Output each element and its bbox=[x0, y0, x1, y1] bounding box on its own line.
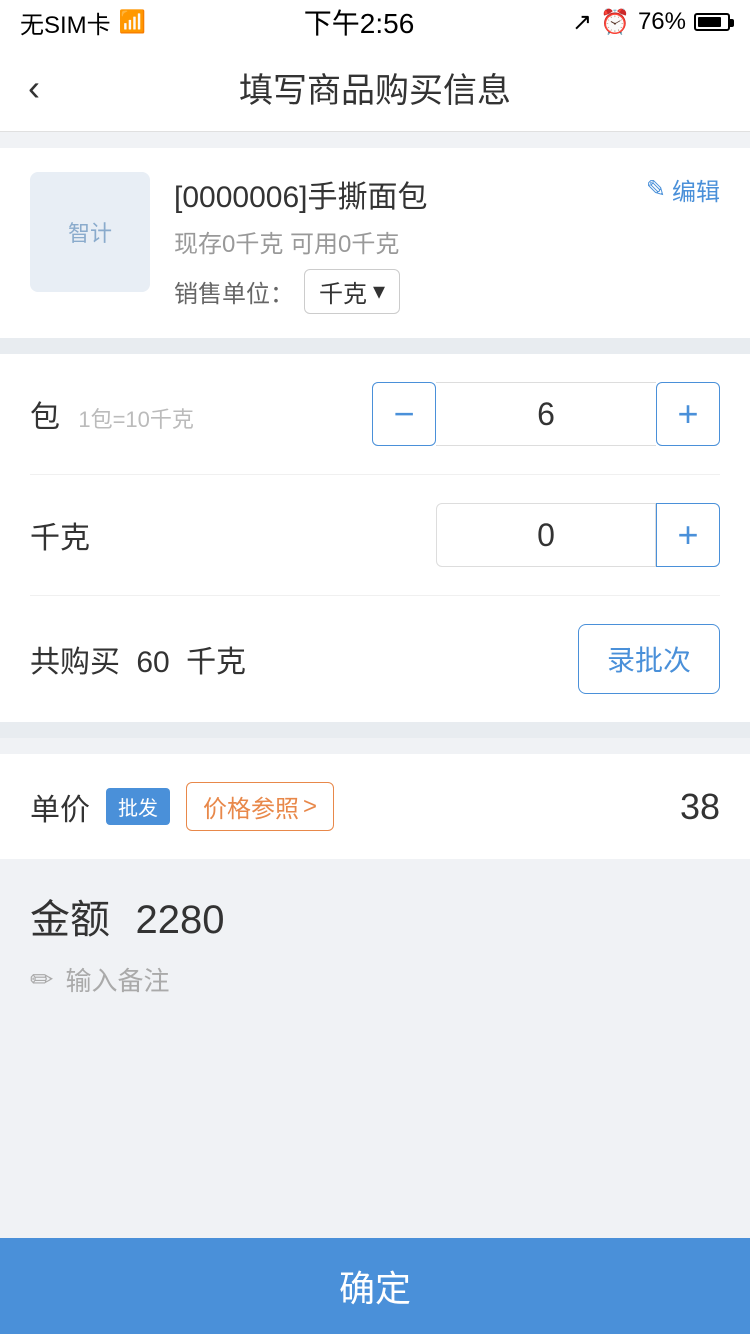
qty-hint-bao: 1包=10千克 bbox=[78, 407, 194, 432]
status-left: 无SIM卡 📶 bbox=[20, 5, 146, 40]
unit-select[interactable]: 千克 ▾ bbox=[304, 269, 400, 314]
amount-section: 金额 2280 ✏ 输入备注 bbox=[0, 859, 750, 1014]
price-value: 38 bbox=[680, 786, 720, 828]
amount-row: 金额 2280 bbox=[30, 887, 720, 945]
quantity-section: 包 1包=10千克 − + 千克 + bbox=[0, 354, 750, 596]
product-stock: 现存0千克 可用0千克 bbox=[174, 224, 720, 259]
price-ref-arrow: > bbox=[303, 793, 317, 821]
product-logo: 智计 bbox=[68, 216, 112, 248]
nav-bar: ‹ 填写商品购买信息 bbox=[0, 44, 750, 132]
price-label: 单价 bbox=[30, 785, 90, 829]
unit-label: 销售单位： bbox=[174, 274, 294, 309]
battery-text: 76% bbox=[638, 8, 686, 36]
battery-icon bbox=[694, 13, 730, 31]
price-tag: 批发 bbox=[106, 788, 170, 825]
remark-placeholder: 输入备注 bbox=[65, 961, 169, 998]
qty-minus-bao[interactable]: − bbox=[372, 382, 436, 446]
amount-label: 金额 bbox=[30, 898, 110, 942]
price-section: 单价 批发 价格参照 > 38 bbox=[0, 754, 750, 859]
edit-icon: ✎ bbox=[646, 175, 666, 204]
price-ref-label: 价格参照 bbox=[203, 789, 299, 824]
summary-label: 共购买 bbox=[30, 646, 120, 679]
section-separator-2 bbox=[0, 722, 750, 738]
summary-unit: 千克 bbox=[186, 646, 246, 679]
qty-label-bao: 包 1包=10千克 bbox=[30, 392, 372, 436]
amount-value: 2280 bbox=[135, 898, 224, 942]
qty-input-kg[interactable] bbox=[436, 503, 656, 567]
confirm-btn-wrap: 确定 bbox=[0, 1238, 750, 1334]
qty-control-kg: + bbox=[436, 503, 720, 567]
status-right: ↗ ⏰ 76% bbox=[572, 8, 730, 37]
product-thumbnail: 智计 bbox=[30, 172, 150, 292]
summary-text: 共购买 60 千克 bbox=[30, 637, 246, 681]
remark-row[interactable]: ✏ 输入备注 bbox=[30, 961, 720, 998]
qty-input-bao[interactable] bbox=[436, 382, 656, 446]
qty-label-kg: 千克 bbox=[30, 513, 436, 557]
qty-plus-bao[interactable]: + bbox=[656, 382, 720, 446]
price-ref-button[interactable]: 价格参照 > bbox=[186, 782, 334, 831]
qty-row-bao: 包 1包=10千克 − + bbox=[30, 354, 720, 475]
unit-dropdown-icon: ▾ bbox=[373, 277, 385, 306]
product-info: [0000006]手撕面包 现存0千克 可用0千克 销售单位： 千克 ▾ bbox=[174, 172, 720, 314]
status-time: 下午2:56 bbox=[304, 2, 415, 42]
location-icon: ↗ bbox=[572, 8, 592, 37]
product-unit-row: 销售单位： 千克 ▾ bbox=[174, 269, 720, 314]
batch-button[interactable]: 录批次 bbox=[578, 624, 720, 694]
confirm-button[interactable]: 确定 bbox=[0, 1238, 750, 1334]
back-button[interactable]: ‹ bbox=[28, 67, 40, 109]
status-bar: 无SIM卡 📶 下午2:56 ↗ ⏰ 76% bbox=[0, 0, 750, 44]
qty-plus-kg[interactable]: + bbox=[656, 503, 720, 567]
summary-section: 共购买 60 千克 录批次 bbox=[0, 596, 750, 722]
edit-button[interactable]: ✎ 编辑 bbox=[646, 172, 720, 207]
edit-label: 编辑 bbox=[672, 172, 720, 207]
remark-icon: ✏ bbox=[30, 963, 53, 996]
section-separator-1 bbox=[0, 338, 750, 354]
unit-value: 千克 bbox=[319, 274, 367, 309]
wifi-icon: 📶 bbox=[119, 9, 146, 35]
page-title: 填写商品购买信息 bbox=[239, 63, 511, 112]
summary-amount: 60 bbox=[136, 646, 169, 679]
carrier-text: 无SIM卡 bbox=[20, 5, 111, 40]
product-name: [0000006]手撕面包 bbox=[174, 172, 720, 216]
product-card: 智计 [0000006]手撕面包 现存0千克 可用0千克 销售单位： 千克 ▾ … bbox=[0, 148, 750, 338]
qty-control-bao: − + bbox=[372, 382, 720, 446]
alarm-icon: ⏰ bbox=[600, 8, 630, 37]
qty-row-kg: 千克 + bbox=[30, 475, 720, 596]
